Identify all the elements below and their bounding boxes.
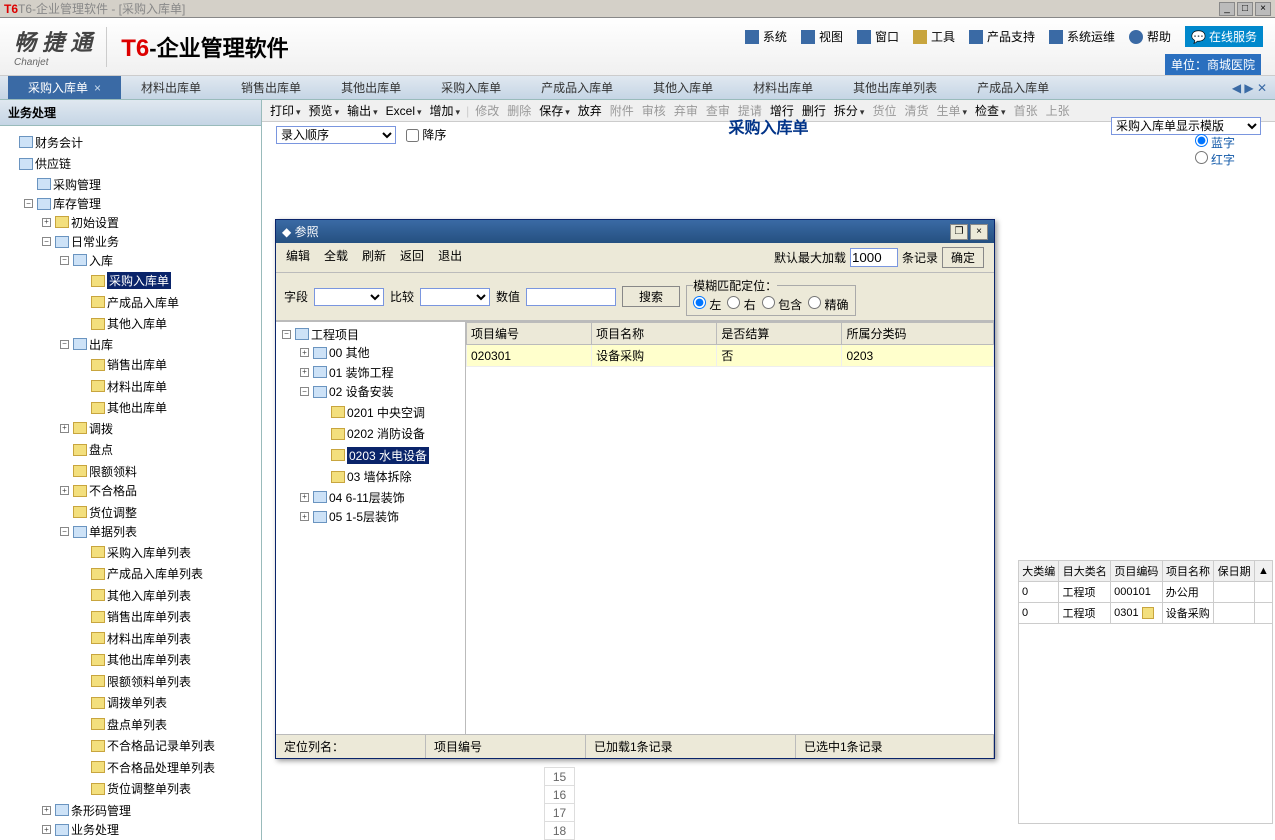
mtb-refresh[interactable]: 刷新 [362,247,386,268]
modal-tree[interactable]: −工程项目 +00 其他 +01 装饰工程 −02 设备安装 0201 中央空调… [276,322,466,734]
menu-ops[interactable]: 系统运维 [1049,28,1115,45]
maximize-button[interactable]: □ [1237,2,1253,16]
menu-system[interactable]: 系统 [745,28,787,45]
tab-5[interactable]: 产成品入库单 [521,76,633,99]
diamond-icon: ◆ [282,225,291,239]
brand-t6: T6 [121,35,149,62]
menu-help[interactable]: 帮助 [1129,28,1171,45]
menu-view[interactable]: 视图 [801,28,843,45]
bottom-rows: 15 16 17 18 [544,767,1275,840]
red-radio[interactable]: 红字 [1195,151,1235,168]
minimize-button[interactable]: _ [1219,2,1235,16]
menu-support[interactable]: 产品支持 [969,28,1035,45]
tb-prev[interactable]: 上张 [1044,102,1072,119]
brand-cjt-en: Chanjet [14,57,92,68]
maxload-label: 默认最大加载 [774,249,846,266]
tb-attach[interactable]: 附件 [608,102,636,119]
tab-active[interactable]: 采购入库单× [8,76,121,99]
tb-excel[interactable]: Excel▾ [384,104,424,118]
mtb-all[interactable]: 全载 [324,247,348,268]
tab-9[interactable]: 产成品入库单 [957,76,1069,99]
mtb-back[interactable]: 返回 [400,247,424,268]
modal-close-button[interactable]: × [970,224,988,240]
app-prefix: T6 [4,2,18,16]
tb-unaudit[interactable]: 弃审 [672,102,700,119]
modal-title: 参照 [295,223,319,240]
tb-location[interactable]: 货位 [870,102,898,119]
maxload-unit: 条记录 [902,249,938,266]
ok-button[interactable]: 确定 [942,247,984,268]
blue-radio[interactable]: 蓝字 [1195,134,1235,151]
tb-preview[interactable]: 预览▾ [307,102,342,119]
tb-audit[interactable]: 审核 [640,102,668,119]
value-input[interactable] [526,288,616,306]
mtb-edit[interactable]: 编辑 [286,247,310,268]
table-row: 0工程项000101办公用 [1019,582,1273,603]
brand-cjt: 畅 捷 通 [14,30,92,55]
tb-add[interactable]: 增加▾ [428,102,463,119]
zoom-icon[interactable] [1142,607,1154,619]
tb-delete[interactable]: 删除 [505,102,533,119]
fuzzy-left[interactable]: 左 [693,296,721,313]
window-title: T6-企业管理软件 - [采购入库单] [18,0,185,17]
modal-restore-button[interactable]: ❐ [950,224,968,240]
tab-3[interactable]: 其他出库单 [321,76,421,99]
mtb-exit[interactable]: 退出 [438,247,462,268]
tb-clear[interactable]: 清货 [902,102,930,119]
form-title: 采购入库单 [728,114,808,138]
fuzzy-fieldset: 模糊匹配定位： 左 右 包含 精确 [686,277,855,316]
modal-table[interactable]: 项目编号 项目名称 是否结算 所属分类码 020301 设备采购 否 0203 [466,322,994,734]
header: 畅 捷 通 Chanjet T6-企业管理软件 系统 视图 窗口 工具 产品支持… [0,18,1275,76]
close-button[interactable]: × [1255,2,1271,16]
desc-checkbox[interactable] [406,129,419,142]
tab-2[interactable]: 销售出库单 [221,76,321,99]
tb-first[interactable]: 首张 [1012,102,1040,119]
compare-select[interactable] [420,288,490,306]
fuzzy-right[interactable]: 右 [727,296,755,313]
menu-tool[interactable]: 工具 [913,28,955,45]
fuzzy-exact[interactable]: 精确 [808,296,848,313]
menu-window[interactable]: 窗口 [857,28,899,45]
desc-label: 降序 [422,128,446,142]
tb-save[interactable]: 保存▾ [537,102,572,119]
maxload-input[interactable] [850,248,898,267]
tab-nav[interactable]: ◀ ▶ ✕ [1232,76,1275,99]
tb-output[interactable]: 输出▾ [345,102,380,119]
tab-4[interactable]: 采购入库单 [421,76,521,99]
fuzzy-contain[interactable]: 包含 [762,296,802,313]
sidebar-tree[interactable]: 财务会计 供应链 采购管理 −库存管理 +初始设置 −日常业务 −入库 [0,126,261,840]
tb-check[interactable]: 检查▾ [973,102,1008,119]
chat-icon: 💬 [1191,30,1206,44]
tb-modify[interactable]: 修改 [473,102,501,119]
menu-online[interactable]: 💬在线服务 [1185,26,1263,47]
modal-status: 定位列名： 项目编号 已加载1条记录 已选中1条记录 [276,734,994,758]
table-row: 020301 设备采购 否 0203 [467,345,994,367]
tab-7[interactable]: 材料出库单 [733,76,833,99]
tb-gen[interactable]: 生单▾ [934,102,969,119]
left-panel: 业务处理 财务会计 供应链 采购管理 −库存管理 +初始设置 −日常业务 −入库 [0,100,262,840]
field-select[interactable] [314,288,384,306]
header-unit: 单位：商城医院 [1165,54,1261,75]
sidebar-title: 业务处理 [0,100,261,126]
tb-split[interactable]: 拆分▾ [832,102,867,119]
tabs-bar: 采购入库单× 材料出库单 销售出库单 其他出库单 采购入库单 产成品入库单 其他… [0,76,1275,100]
tab-1[interactable]: 材料出库单 [121,76,221,99]
tb-print[interactable]: 打印▾ [268,102,303,119]
titlebar: T6 T6-企业管理软件 - [采购入库单] _ □ × [0,0,1275,18]
search-button[interactable]: 搜索 [622,286,680,307]
tab-8[interactable]: 其他出库单列表 [833,76,957,99]
close-icon[interactable]: × [94,81,101,95]
tab-6[interactable]: 其他入库单 [633,76,733,99]
divider [106,27,107,67]
table-row: 0工程项0301 设备采购 [1019,603,1273,624]
brand-suffix: -企业管理软件 [149,36,288,61]
tb-abandon[interactable]: 放弃 [576,102,604,119]
reference-modal: ◆ 参照 ❐ × 编辑 全载 刷新 返回 退出 默认最大加载 条记录 确定 字段… [275,219,995,759]
order-select[interactable]: 录入顺序 [276,126,396,144]
template-select[interactable]: 采购入库单显示模版 [1111,117,1261,135]
